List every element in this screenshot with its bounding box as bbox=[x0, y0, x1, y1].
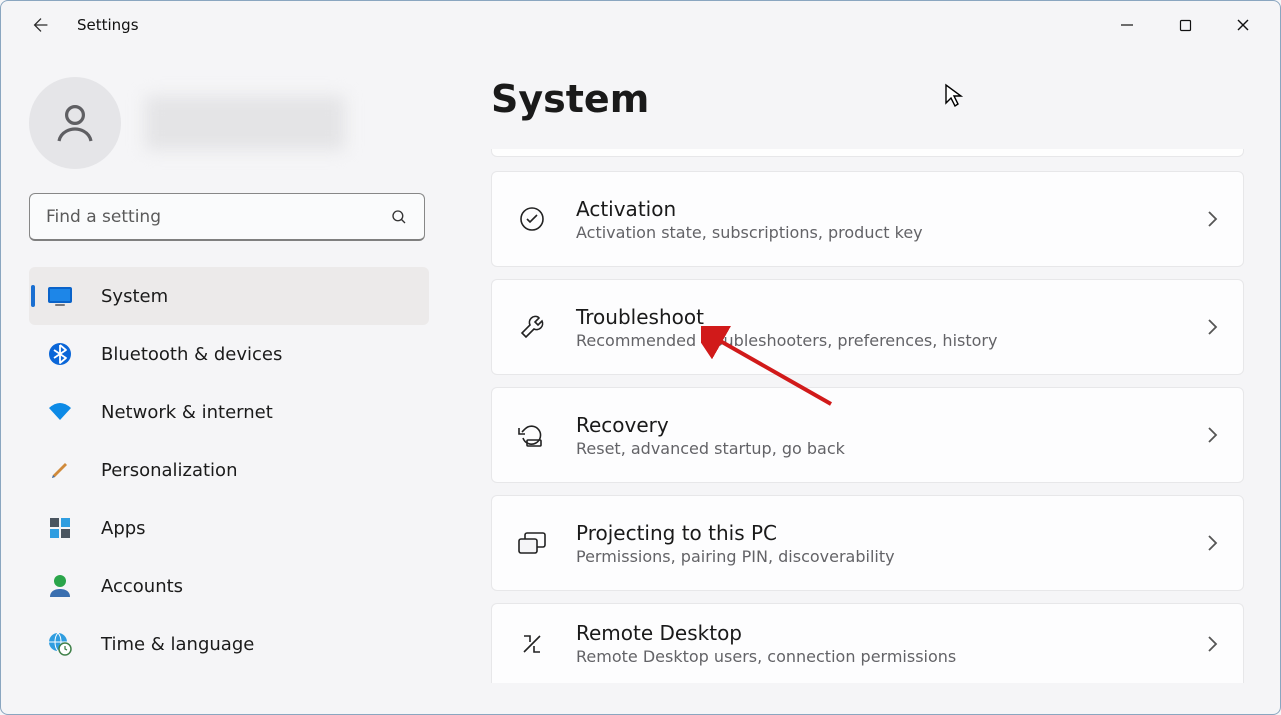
paintbrush-icon bbox=[47, 457, 73, 483]
search-icon bbox=[390, 208, 408, 226]
settings-card-recovery[interactable]: Recovery Reset, advanced startup, go bac… bbox=[491, 387, 1244, 483]
sidebar-item-personalization[interactable]: Personalization bbox=[29, 441, 429, 499]
sidebar-item-label: System bbox=[101, 286, 168, 307]
settings-card-remote-desktop[interactable]: Remote Desktop Remote Desktop users, con… bbox=[491, 603, 1244, 683]
settings-card-projecting[interactable]: Projecting to this PC Permissions, pairi… bbox=[491, 495, 1244, 591]
sidebar-item-label: Apps bbox=[101, 518, 146, 539]
minimize-button[interactable] bbox=[1098, 5, 1156, 45]
previous-card-edge bbox=[491, 149, 1244, 157]
wifi-icon bbox=[47, 399, 73, 425]
maximize-icon bbox=[1179, 19, 1192, 32]
back-button[interactable] bbox=[21, 5, 61, 45]
sidebar-item-system[interactable]: System bbox=[29, 267, 429, 325]
search-input[interactable] bbox=[46, 207, 390, 227]
card-subtitle: Permissions, pairing PIN, discoverabilit… bbox=[576, 547, 1177, 566]
apps-icon bbox=[47, 515, 73, 541]
chevron-right-icon bbox=[1205, 425, 1219, 445]
avatar bbox=[29, 77, 121, 169]
card-subtitle: Recommended troubleshooters, preferences… bbox=[576, 331, 1177, 350]
sidebar-item-label: Time & language bbox=[101, 634, 254, 655]
wrench-icon bbox=[516, 313, 548, 341]
bluetooth-icon bbox=[47, 341, 73, 367]
display-icon bbox=[47, 283, 73, 309]
card-subtitle: Reset, advanced startup, go back bbox=[576, 439, 1177, 458]
chevron-right-icon bbox=[1205, 634, 1219, 654]
close-icon bbox=[1236, 18, 1250, 32]
checkmark-circle-icon bbox=[516, 206, 548, 232]
card-title: Recovery bbox=[576, 413, 1177, 437]
card-title: Activation bbox=[576, 197, 1177, 221]
window-title: Settings bbox=[77, 16, 139, 34]
account-name-redacted bbox=[145, 96, 345, 150]
search-box[interactable] bbox=[29, 193, 425, 241]
settings-card-activation[interactable]: Activation Activation state, subscriptio… bbox=[491, 171, 1244, 267]
chevron-right-icon bbox=[1205, 533, 1219, 553]
chevron-right-icon bbox=[1205, 317, 1219, 337]
card-title: Projecting to this PC bbox=[576, 521, 1177, 545]
remote-desktop-icon bbox=[516, 631, 548, 657]
globe-clock-icon bbox=[47, 631, 73, 657]
card-subtitle: Activation state, subscriptions, product… bbox=[576, 223, 1177, 242]
minimize-icon bbox=[1120, 18, 1134, 32]
close-button[interactable] bbox=[1214, 5, 1272, 45]
sidebar-item-bluetooth[interactable]: Bluetooth & devices bbox=[29, 325, 429, 383]
card-subtitle: Remote Desktop users, connection permiss… bbox=[576, 647, 1177, 666]
sidebar-item-accounts[interactable]: Accounts bbox=[29, 557, 429, 615]
sidebar-item-label: Bluetooth & devices bbox=[101, 344, 282, 365]
sidebar-item-label: Accounts bbox=[101, 576, 183, 597]
card-title: Remote Desktop bbox=[576, 621, 1177, 645]
sidebar-item-time-language[interactable]: Time & language bbox=[29, 615, 429, 673]
recovery-icon bbox=[516, 422, 548, 448]
sidebar-item-network[interactable]: Network & internet bbox=[29, 383, 429, 441]
account-profile[interactable] bbox=[29, 77, 431, 169]
sidebar-item-label: Personalization bbox=[101, 460, 237, 481]
sidebar-item-apps[interactable]: Apps bbox=[29, 499, 429, 557]
settings-card-troubleshoot[interactable]: Troubleshoot Recommended troubleshooters… bbox=[491, 279, 1244, 375]
account-icon bbox=[47, 573, 73, 599]
sidebar-item-label: Network & internet bbox=[101, 402, 273, 423]
person-icon bbox=[51, 99, 99, 147]
projecting-icon bbox=[516, 531, 548, 555]
page-title: System bbox=[491, 77, 1244, 121]
card-title: Troubleshoot bbox=[576, 305, 1177, 329]
chevron-right-icon bbox=[1205, 209, 1219, 229]
arrow-left-icon bbox=[30, 14, 52, 36]
maximize-button[interactable] bbox=[1156, 5, 1214, 45]
